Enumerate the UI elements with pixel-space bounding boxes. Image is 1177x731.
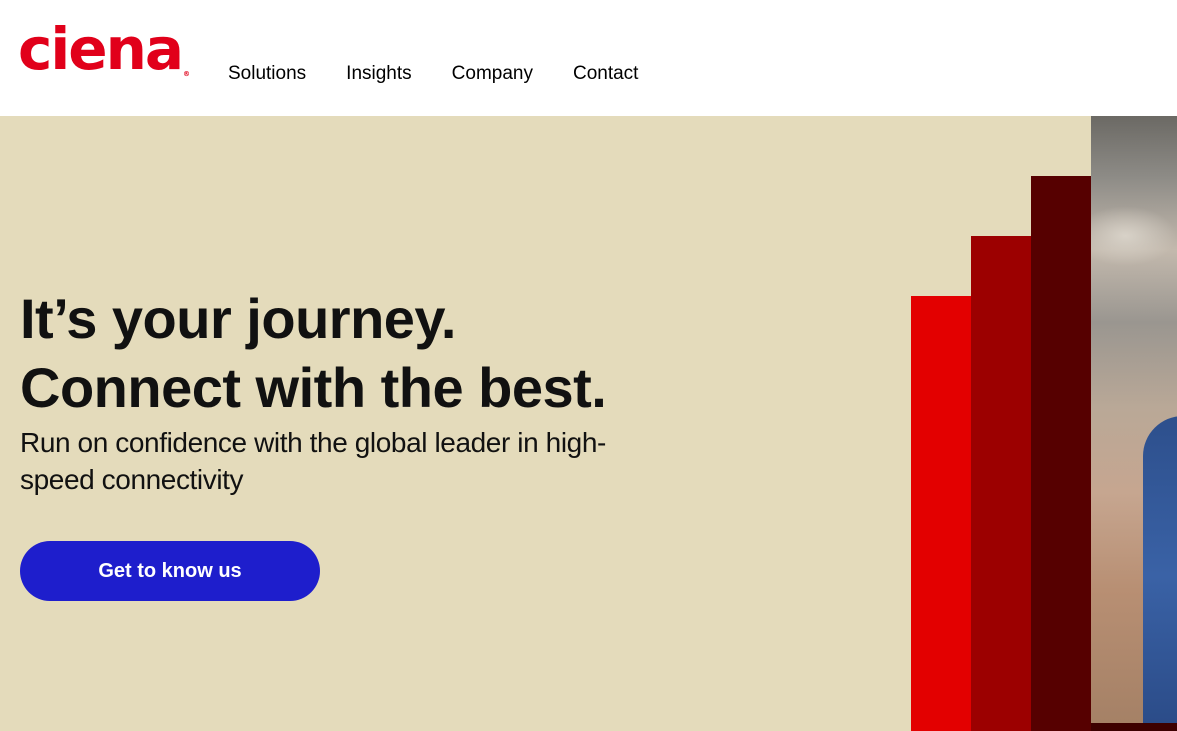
nav-item-solutions[interactable]: Solutions <box>228 63 306 85</box>
get-to-know-us-button[interactable]: Get to know us <box>20 541 320 601</box>
site-header: ciena® Solutions Insights Company Contac… <box>0 0 1177 116</box>
hero-photo <box>1091 116 1177 723</box>
photo-person-shoulder <box>1143 416 1177 723</box>
ciena-logo[interactable]: ciena® <box>18 20 190 78</box>
nav-item-insights[interactable]: Insights <box>346 63 411 85</box>
headline-line-2: Connect with the best. <box>20 356 607 419</box>
decorative-bar-dark-red <box>971 236 1031 731</box>
hero-subtext: Run on confidence with the global leader… <box>20 427 606 495</box>
logo-wordmark: ciena <box>18 15 184 83</box>
nav-item-contact[interactable]: Contact <box>573 63 638 85</box>
headline-line-1: It’s your journey. <box>20 287 456 350</box>
hero-banner: It’s your journey. Connect with the best… <box>0 116 1177 731</box>
decorative-bar-red <box>911 296 971 731</box>
main-nav: Solutions Insights Company Contact <box>228 63 638 85</box>
photo-background-blur <box>1091 206 1177 266</box>
decorative-bar-maroon <box>1031 176 1091 731</box>
registered-mark: ® <box>183 70 191 78</box>
hero-headline: It’s your journey. Connect with the best… <box>20 284 607 422</box>
nav-item-company[interactable]: Company <box>452 63 533 85</box>
photo-bottom-strip <box>1091 723 1177 731</box>
